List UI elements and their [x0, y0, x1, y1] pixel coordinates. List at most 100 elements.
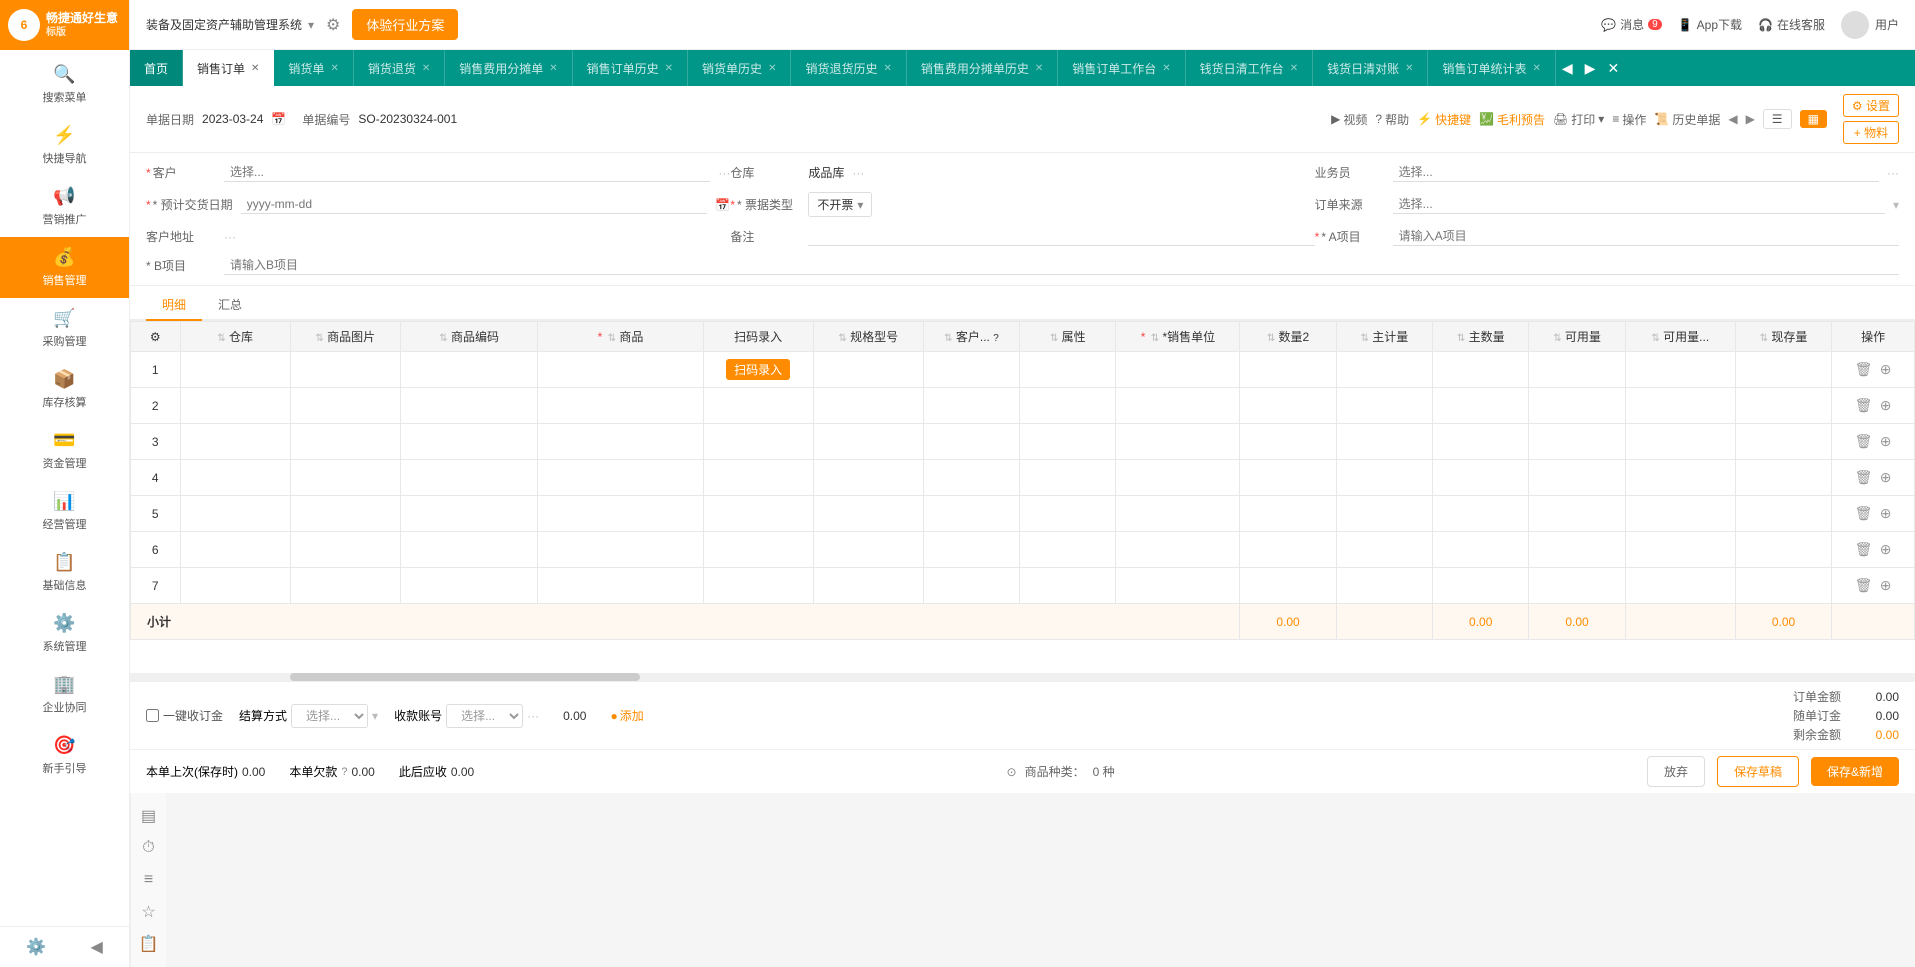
row-1-available-more[interactable]: [1625, 352, 1735, 388]
col-quantity2[interactable]: ⇅ 数量2: [1240, 322, 1336, 352]
history-action[interactable]: 📜 历史单据: [1654, 111, 1720, 128]
sidebar-item-inventory[interactable]: 📦 库存核算: [0, 359, 129, 420]
tab-sales-return[interactable]: 销货退货 ✕: [354, 50, 445, 86]
save-draft-btn[interactable]: 保存草稿: [1717, 756, 1799, 787]
delete-icon-6[interactable]: 🗑: [1855, 541, 1873, 557]
tab-receivable-reconcile[interactable]: 钱货日清对账 ✕: [1313, 50, 1428, 86]
delivery-calendar-icon[interactable]: 📅: [715, 198, 730, 212]
settings-btn[interactable]: ⚙ 设置: [1843, 94, 1899, 117]
delete-icon-2[interactable]: 🗑: [1855, 397, 1873, 413]
sidebar-collapse-btn[interactable]: ◀: [90, 937, 102, 957]
message-btn[interactable]: 💬 消息 9: [1601, 16, 1662, 33]
delete-icon-1[interactable]: 🗑: [1855, 361, 1873, 377]
tab-close-reconcile[interactable]: ✕: [1405, 63, 1413, 74]
row-1-product[interactable]: [538, 352, 703, 388]
col-product-code[interactable]: ⇅ 商品编码: [400, 322, 538, 352]
row-1-product-code[interactable]: [400, 352, 538, 388]
col-product-image[interactable]: ⇅ 商品图片: [290, 322, 400, 352]
col-warehouse[interactable]: ⇅ 仓库: [180, 322, 290, 352]
col-attribute[interactable]: ⇅ 属性: [1020, 322, 1116, 352]
col-product[interactable]: ⇅ 商品: [538, 322, 703, 352]
deposit-checkbox[interactable]: [146, 709, 159, 722]
tab-sales-list-history[interactable]: 销货单历史 ✕: [688, 50, 791, 86]
tab-close-expense-history[interactable]: ✕: [1035, 63, 1043, 74]
copy-icon-6[interactable]: ⊕: [1880, 541, 1892, 557]
col-scan-input[interactable]: 扫码录入: [703, 322, 813, 352]
tab-close-workbench[interactable]: ✕: [1162, 63, 1170, 74]
system-title-dropdown-icon[interactable]: ▾: [308, 18, 314, 32]
customer-input[interactable]: [224, 163, 710, 182]
tab-close-list-history[interactable]: ✕: [768, 63, 776, 74]
tab-close-sales-return[interactable]: ✕: [422, 63, 430, 74]
tab-close-order-history[interactable]: ✕: [665, 63, 673, 74]
tab-sales-order[interactable]: 销售订单 ✕: [183, 50, 274, 86]
payment-more-icon[interactable]: ▾: [372, 709, 378, 723]
delivery-date-input[interactable]: [241, 195, 708, 214]
system-settings-icon[interactable]: ⚙: [326, 15, 340, 35]
material-btn[interactable]: + 物料: [1843, 121, 1899, 144]
tab-close-sales-order[interactable]: ✕: [251, 63, 259, 74]
user-info[interactable]: 用户: [1841, 11, 1899, 39]
row-1-scan-input[interactable]: 扫码录入: [703, 352, 813, 388]
order-source-dropdown-icon[interactable]: ▾: [1893, 198, 1899, 212]
sidebar-settings-btn[interactable]: ⚙️: [26, 937, 46, 957]
tab-close-expense-split[interactable]: ✕: [549, 63, 557, 74]
tab-prev-btn[interactable]: ◀: [1556, 50, 1579, 86]
copy-icon-4[interactable]: ⊕: [1880, 469, 1892, 485]
float-btn-5[interactable]: 📋: [134, 929, 164, 959]
customer-field-help-icon[interactable]: ?: [993, 333, 999, 344]
profit-action[interactable]: 💹 毛利预告: [1479, 111, 1545, 128]
grid-view-btn[interactable]: ☰: [1763, 109, 1792, 129]
app-download-btn[interactable]: 📱 App下载: [1678, 16, 1742, 33]
sidebar-item-sales[interactable]: 💰 销售管理: [0, 237, 129, 298]
calendar-icon[interactable]: 📅: [271, 112, 286, 126]
tab-close-stats[interactable]: ✕: [1533, 63, 1541, 74]
tab-close-sales-list[interactable]: ✕: [330, 63, 338, 74]
col-main-unit[interactable]: ⇅ 主计量: [1336, 322, 1432, 352]
col-spec-model[interactable]: ⇅ 规格型号: [813, 322, 923, 352]
copy-icon-5[interactable]: ⊕: [1880, 505, 1892, 521]
address-more-icon[interactable]: ···: [224, 230, 236, 244]
delete-icon-3[interactable]: 🗑: [1855, 433, 1873, 449]
float-btn-1[interactable]: ▤: [134, 801, 164, 831]
shortcut-action[interactable]: ⚡ 快捷键: [1417, 111, 1471, 128]
row-1-attribute[interactable]: [1020, 352, 1116, 388]
float-btn-2[interactable]: ⏱: [134, 833, 164, 863]
row-1-quantity2[interactable]: [1240, 352, 1336, 388]
sidebar-item-operations[interactable]: 📊 经营管理: [0, 481, 129, 542]
col-customer-field[interactable]: ⇅ 客户... ?: [923, 322, 1019, 352]
row-1-sales-unit[interactable]: [1116, 352, 1240, 388]
horizontal-scrollbar[interactable]: [130, 673, 1915, 681]
col-current-stock[interactable]: ⇅ 现存量: [1735, 322, 1831, 352]
sidebar-item-quick-nav[interactable]: ⚡ 快捷导航: [0, 115, 129, 176]
sidebar-item-purchase[interactable]: 🛒 采购管理: [0, 298, 129, 359]
row-1-current-stock[interactable]: [1735, 352, 1831, 388]
tab-sales-expense-split[interactable]: 销售费用分摊单 ✕: [445, 50, 572, 86]
scan-btn-1[interactable]: 扫码录入: [726, 359, 790, 380]
salesperson-input[interactable]: [1393, 163, 1879, 182]
tab-sales-expense-history[interactable]: 销售费用分摊单历史 ✕: [907, 50, 1058, 86]
nav-prev-icon[interactable]: ◀: [1728, 112, 1737, 126]
save-new-btn[interactable]: 保存&新增: [1811, 757, 1899, 786]
row-1-spec[interactable]: [813, 352, 923, 388]
row-1-warehouse[interactable]: [180, 352, 290, 388]
row-1-available[interactable]: [1529, 352, 1625, 388]
current-order-help-icon[interactable]: ?: [341, 766, 347, 778]
col-sales-unit[interactable]: ⇅ *销售单位: [1116, 322, 1240, 352]
scrollbar-thumb[interactable]: [290, 673, 640, 681]
receipt-account-select[interactable]: 选择...: [446, 704, 523, 728]
float-btn-3[interactable]: ≡: [134, 865, 164, 895]
add-payment-btn[interactable]: ● 添加: [610, 707, 643, 724]
delete-icon-5[interactable]: 🗑: [1855, 505, 1873, 521]
float-btn-4[interactable]: ☆: [134, 897, 164, 927]
tab-next-btn[interactable]: ▶: [1579, 50, 1602, 86]
online-service-btn[interactable]: 🎧 在线客服: [1758, 16, 1825, 33]
order-source-input[interactable]: [1393, 195, 1885, 214]
operate-action[interactable]: ≡ 操作: [1612, 111, 1646, 128]
tab-sales-stats[interactable]: 销售订单统计表 ✕: [1428, 50, 1555, 86]
one-click-deposit-checkbox[interactable]: 一键收订金: [146, 707, 223, 724]
col-available[interactable]: ⇅ 可用量: [1529, 322, 1625, 352]
sidebar-item-finance[interactable]: 💳 资金管理: [0, 420, 129, 481]
view-action[interactable]: ▶ 视频: [1331, 111, 1367, 128]
delete-icon-4[interactable]: 🗑: [1855, 469, 1873, 485]
